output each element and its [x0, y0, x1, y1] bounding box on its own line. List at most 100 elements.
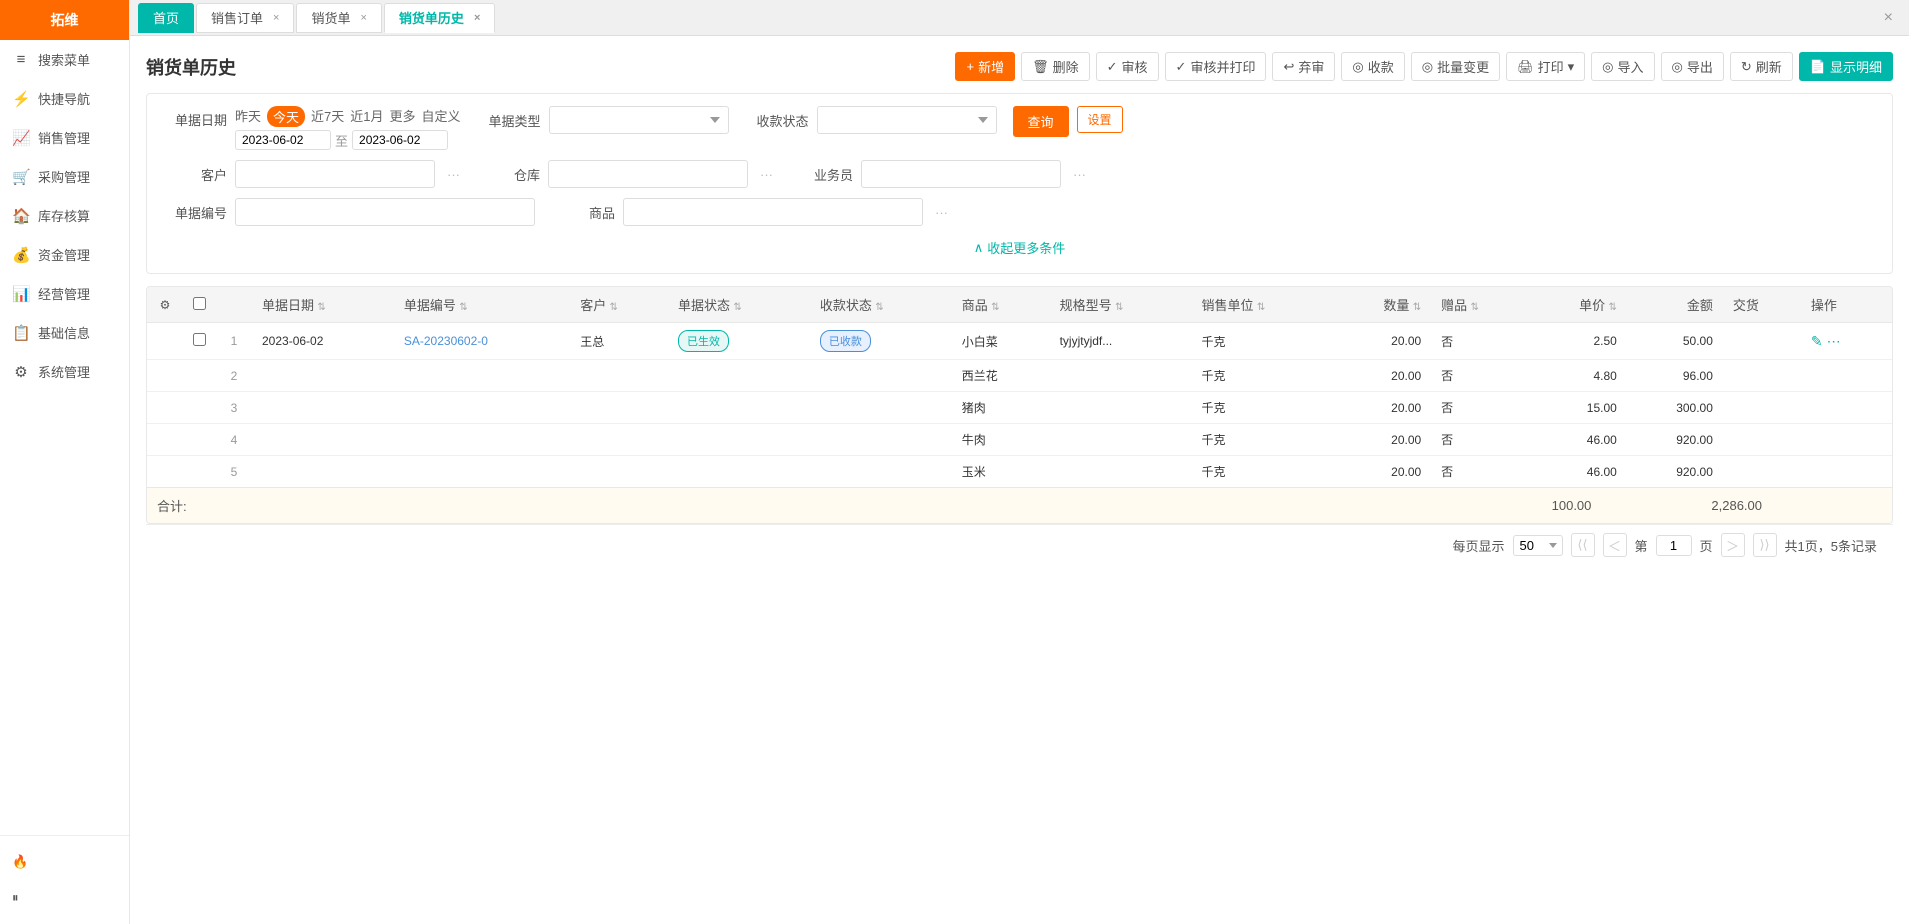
warehouse-more-icon[interactable]: ···: [760, 167, 773, 182]
row-amount: 300.00: [1627, 392, 1723, 424]
print-button[interactable]: 🖨 打印 ▾: [1506, 52, 1585, 81]
add-button[interactable]: + 新增: [955, 52, 1015, 81]
row-checkbox[interactable]: [193, 333, 206, 346]
column-unit-price[interactable]: 单价 ⇅: [1529, 287, 1627, 323]
audit-print-button[interactable]: ✓ 审核并打印: [1165, 52, 1267, 81]
table-row: 5 玉米 千克 20.00 否 46.00 920.00: [147, 456, 1892, 488]
select-all-checkbox[interactable]: [193, 297, 206, 310]
settings-button[interactable]: 设置: [1077, 106, 1123, 133]
abandon-button[interactable]: ↩ 弃审: [1272, 52, 1335, 81]
import-button[interactable]: ◎ 导入: [1591, 52, 1654, 81]
row-sales-unit: 千克: [1191, 456, 1333, 488]
sidebar-item-operations[interactable]: 📊 经营管理: [0, 274, 129, 313]
close-sales-history-icon[interactable]: ×: [474, 12, 480, 24]
column-customer[interactable]: 客户 ⇅: [570, 287, 668, 323]
main-area: 首页 销售订单 × 销货单 × 销货单历史 × × 销货单历史 + 新增: [130, 0, 1909, 924]
sidebar-item-quick-nav[interactable]: ⚡ 快捷导航: [0, 79, 129, 118]
delete-button[interactable]: 🗑 删除: [1021, 52, 1090, 81]
doc-no-input[interactable]: [235, 198, 535, 226]
date-from-input[interactable]: [235, 130, 331, 150]
sidebar-item-search-menu[interactable]: ≡ 搜索菜单: [0, 40, 129, 79]
pause-icon: ⏸: [12, 890, 19, 906]
row-payment-status: [810, 392, 952, 424]
sidebar-item-label: 快捷导航: [38, 89, 90, 108]
fire-icon: 🔥: [12, 854, 28, 870]
date-to-input[interactable]: [352, 130, 448, 150]
tab-sales-goods[interactable]: 销货单 ×: [296, 3, 381, 33]
prev-page-button[interactable]: ＜: [1603, 533, 1627, 557]
abandon-icon: ↩: [1283, 59, 1294, 75]
purchase-mgmt-icon: 🛒: [12, 168, 30, 186]
column-gear[interactable]: ⚙: [147, 287, 183, 323]
sidebar-item-sys-mgmt[interactable]: ⚙ 系统管理: [0, 352, 129, 391]
collapse-arrow-icon: ∧: [974, 240, 984, 256]
row-payment-status: [810, 360, 952, 392]
shortcut-custom[interactable]: 自定义: [422, 106, 461, 127]
export-button[interactable]: ◎ 导出: [1661, 52, 1724, 81]
payment-status-badge: 已收款: [820, 330, 871, 352]
collapse-filter-button[interactable]: ∧ 收起更多条件: [163, 234, 1876, 261]
column-doc-date[interactable]: 单据日期 ⇅: [252, 287, 394, 323]
column-qty[interactable]: 数量 ⇅: [1333, 287, 1431, 323]
refresh-button[interactable]: ↻ 刷新: [1730, 52, 1793, 81]
table-row: 2 西兰花 千克 20.00 否 4.80 96.00: [147, 360, 1892, 392]
column-goods[interactable]: 商品 ⇅: [952, 287, 1050, 323]
sidebar-item-inventory[interactable]: 🏠 库存核算: [0, 196, 129, 235]
audit-button[interactable]: ✓ 审核: [1096, 52, 1159, 81]
column-gift[interactable]: 赠品 ⇅: [1431, 287, 1529, 323]
sidebar-item-label: 销售管理: [38, 128, 90, 147]
column-num: [216, 287, 252, 323]
column-sales-unit[interactable]: 销售单位 ⇅: [1191, 287, 1333, 323]
sidebar-item-basic-info[interactable]: 📋 基础信息: [0, 313, 129, 352]
page-size-select[interactable]: 50 20 100: [1513, 535, 1563, 556]
edit-action-button[interactable]: ✎: [1811, 333, 1823, 349]
show-detail-button[interactable]: 📄 显示明细: [1799, 52, 1893, 81]
column-doc-status[interactable]: 单据状态 ⇅: [668, 287, 810, 323]
tab-sales-history[interactable]: 销货单历史 ×: [384, 3, 495, 33]
warehouse-input[interactable]: [548, 160, 748, 188]
customer-more-icon[interactable]: ···: [447, 167, 460, 182]
column-doc-no[interactable]: 单据编号 ⇅: [394, 287, 570, 323]
goods-more-icon[interactable]: ···: [935, 205, 948, 220]
shortcut-1month[interactable]: 近1月: [350, 106, 383, 127]
audit-print-icon: ✓: [1176, 59, 1187, 75]
first-page-button[interactable]: ⟨⟨: [1571, 533, 1595, 557]
quick-nav-icon: ⚡: [12, 90, 30, 108]
tab-sales-order[interactable]: 销售订单 ×: [196, 3, 294, 33]
column-payment-status[interactable]: 收款状态 ⇅: [810, 287, 952, 323]
shortcut-7days[interactable]: 近7天: [311, 106, 344, 127]
customer-label: 客户: [163, 165, 227, 184]
last-page-button[interactable]: ⟩⟩: [1753, 533, 1777, 557]
row-doc-no: SA-20230602-0: [394, 323, 570, 360]
tab-home[interactable]: 首页: [138, 3, 194, 33]
sidebar-bottom-pause[interactable]: ⏸: [0, 880, 129, 916]
shortcut-yesterday[interactable]: 昨天: [235, 106, 261, 127]
filter-area: 单据日期 昨天 今天 近7天 近1月 更多 自定义 至: [146, 93, 1893, 274]
doc-type-select[interactable]: [549, 106, 729, 134]
row-gear: [147, 392, 183, 424]
salesperson-label: 业务员: [789, 165, 853, 184]
sidebar-item-finance[interactable]: 💰 资金管理: [0, 235, 129, 274]
collect-button[interactable]: ◎ 收款: [1341, 52, 1404, 81]
shortcut-more[interactable]: 更多: [390, 106, 416, 127]
goods-input[interactable]: [623, 198, 923, 226]
sidebar-item-sales-mgmt[interactable]: 📈 销售管理: [0, 118, 129, 157]
query-button[interactable]: 查询: [1013, 106, 1069, 137]
salesperson-more-icon[interactable]: ···: [1073, 167, 1086, 182]
export-icon: ◎: [1672, 59, 1683, 75]
close-sales-order-icon[interactable]: ×: [273, 12, 279, 24]
more-action-button[interactable]: ⋯: [1827, 333, 1841, 349]
next-page-button[interactable]: ＞: [1721, 533, 1745, 557]
sidebar-item-purchase-mgmt[interactable]: 🛒 采购管理: [0, 157, 129, 196]
row-num: 2: [216, 360, 252, 392]
shortcut-today[interactable]: 今天: [267, 106, 305, 127]
salesperson-input[interactable]: [861, 160, 1061, 188]
current-page-input[interactable]: [1656, 535, 1692, 556]
close-all-tabs-button[interactable]: ×: [1876, 9, 1901, 27]
customer-input[interactable]: [235, 160, 435, 188]
batch-change-button[interactable]: ◎ 批量变更: [1411, 52, 1500, 81]
payment-status-select[interactable]: [817, 106, 997, 134]
column-spec[interactable]: 规格型号 ⇅: [1050, 287, 1192, 323]
sidebar-bottom-fire[interactable]: 🔥: [0, 844, 129, 880]
close-sales-goods-icon[interactable]: ×: [360, 12, 366, 24]
